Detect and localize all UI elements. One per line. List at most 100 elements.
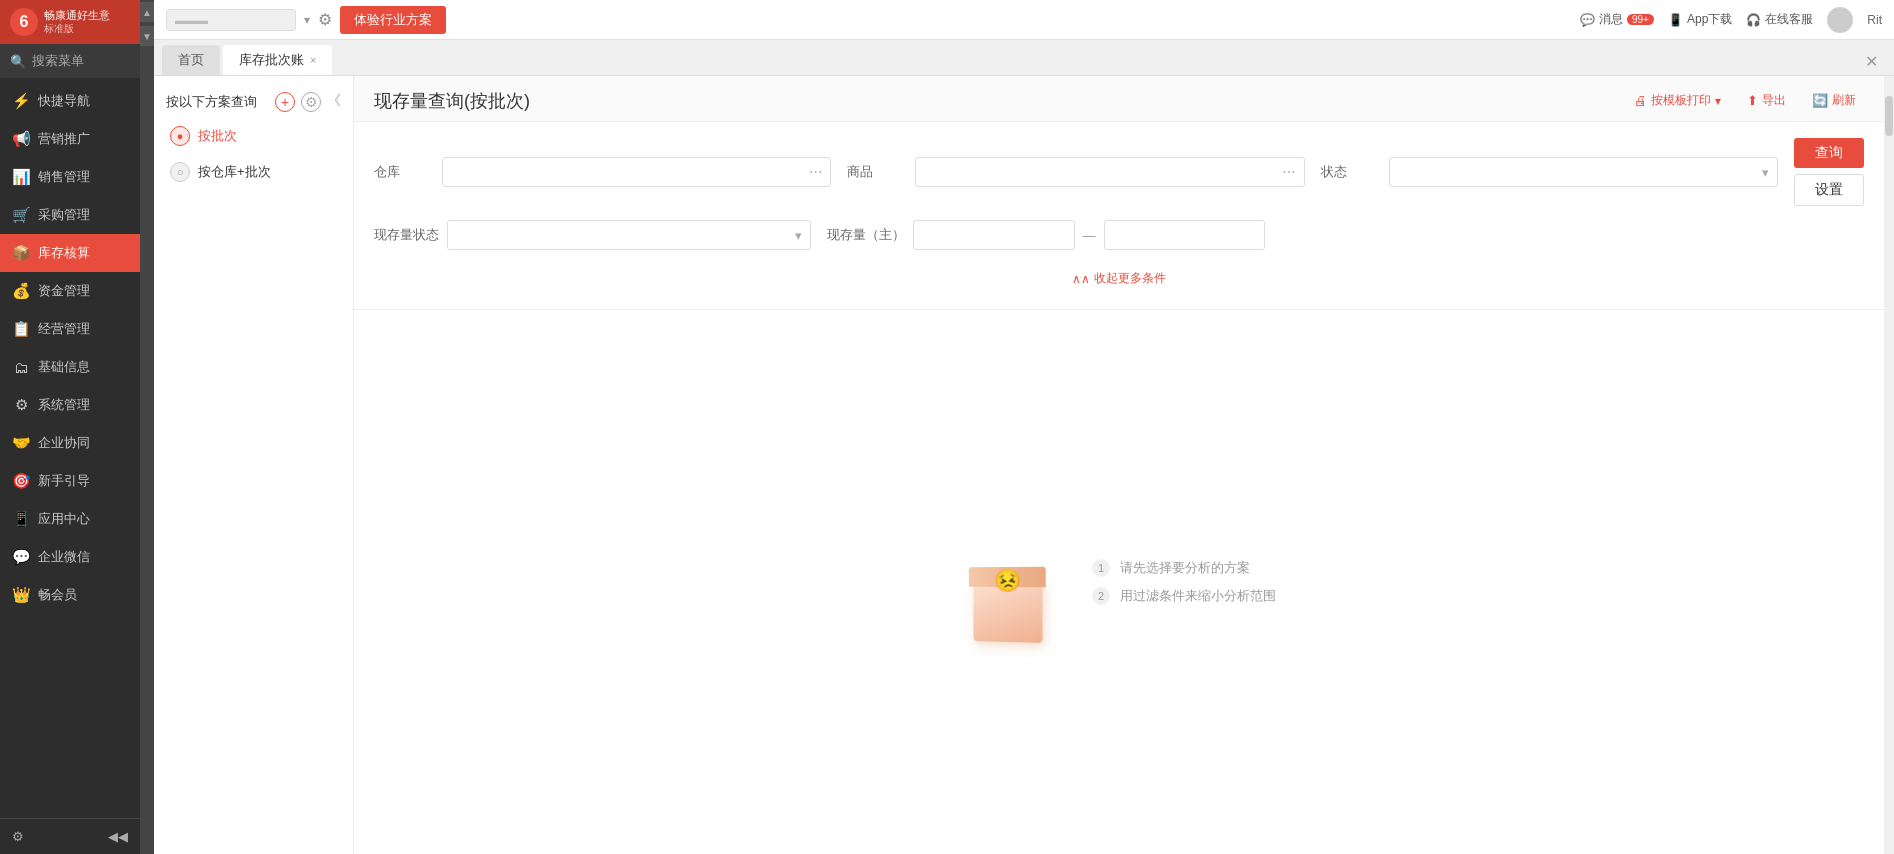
sidebar-item-purchase[interactable]: 🛒 采购管理 [0,196,140,234]
sidebar-item-enterprise[interactable]: 🤝 企业协同 [0,424,140,462]
query-btn[interactable]: 查询 [1794,138,1864,168]
filter-settings-btn[interactable]: 设置 [1794,174,1864,206]
filter-buttons: 查询 设置 [1794,138,1864,206]
sidebar-item-label: 基础信息 [38,358,90,376]
add-solution-btn[interactable]: + [275,92,295,112]
app-name: 畅康通好生意 [44,8,110,22]
print-btn[interactable]: 🖨 按模板打印 ▾ [1626,88,1729,113]
sidebar-nav: ⚡ 快捷导航 📢 营销推广 📊 销售管理 🛒 采购管理 📦 库存核算 💰 资金管… [0,78,140,818]
export-label: 导出 [1762,92,1786,109]
newbie-icon: 🎯 [12,472,30,490]
sidebar-item-marketing[interactable]: 📢 营销推广 [0,120,140,158]
tab-inventory-batch[interactable]: 库存批次账 × [223,45,332,75]
warehouse-label: 仓库 [374,163,434,181]
inventory-amount-from[interactable] [913,220,1074,250]
phone-icon: 📱 [1668,13,1683,27]
sidebar-item-wechat[interactable]: 💬 企业微信 [0,538,140,576]
filter-inventory-amount: 现存量（主） — [827,220,1264,250]
tab-home[interactable]: 首页 [162,45,220,75]
sidebar-item-label: 经营管理 [38,320,90,338]
sidebar-item-basic[interactable]: 🗂 基础信息 [0,348,140,386]
apps-icon: 📱 [12,510,30,528]
solution-item-warehouse-batch[interactable]: ○ 按仓库+批次 [154,154,353,190]
topbar-dropdown-arrow[interactable]: ▾ [304,13,310,27]
close-x-btn[interactable]: ✕ [1857,48,1886,75]
app-download-btn[interactable]: 📱 App下载 [1668,11,1732,28]
trial-btn[interactable]: 体验行业方案 [340,6,446,34]
collapse-more-btn[interactable]: ∧∧ 收起更多条件 [374,264,1864,293]
sidebar-item-apps[interactable]: 📱 应用中心 [0,500,140,538]
scroll-down[interactable]: ▼ [140,26,154,46]
online-service-label: 在线客服 [1765,11,1813,28]
quick-nav-icon: ⚡ [12,92,30,110]
sidebar: 6 畅康通好生意 标准版 🔍 搜索菜单 ⚡ 快捷导航 📢 营销推广 📊 销售管理… [0,0,140,854]
messages-badge: 99+ [1627,14,1654,25]
filter-warehouse: 仓库 ··· [374,157,831,187]
operations-icon: 📋 [12,320,30,338]
export-btn[interactable]: ⬆ 导出 [1739,88,1794,113]
message-icon: 💬 [1580,13,1595,27]
print-dropdown-arrow[interactable]: ▾ [1715,94,1721,108]
inventory-dash: — [1083,228,1096,243]
topbar-settings-icon[interactable]: ⚙ [318,10,332,29]
headset-icon: 🎧 [1746,13,1761,27]
sidebar-item-label: 应用中心 [38,510,90,528]
inv-status-arrow: ▾ [795,228,802,243]
solution-icon-active: ● [170,126,190,146]
scroll-up[interactable]: ▲ [140,2,154,22]
inventory-amount-to[interactable] [1104,220,1265,250]
solution-label: 按批次 [198,127,237,145]
topbar: ▬▬▬ ▾ ⚙ 体验行业方案 💬 消息 99+ 📱 App下载 🎧 在线客服 R… [154,0,1894,40]
main-content: ▬▬▬ ▾ ⚙ 体验行业方案 💬 消息 99+ 📱 App下载 🎧 在线客服 R… [154,0,1894,854]
left-panel-collapse-btn[interactable]: 《 [327,92,341,112]
filter-inventory-status: 现存量状态 ▾ [374,220,811,250]
enterprise-icon: 🤝 [12,434,30,452]
refresh-label: 刷新 [1832,92,1856,109]
sidebar-item-newbie[interactable]: 🎯 新手引导 [0,462,140,500]
scroll-thumb[interactable] [1885,96,1893,136]
inventory-amount-label: 现存量（主） [827,226,905,244]
empty-tips: 1 请先选择要分析的方案 2 用过滤条件来缩小分析范围 [1092,559,1276,605]
filter-row-2: 现存量状态 ▾ 现存量（主） — [374,220,1864,250]
product-input[interactable]: ··· [915,157,1304,187]
gear-icon: ⚙ [305,94,318,110]
solution-settings-btn[interactable]: ⚙ [301,92,321,112]
sales-icon: 📊 [12,168,30,186]
topbar-left: ▬▬▬ ▾ ⚙ 体验行业方案 [166,6,1572,34]
sidebar-item-label: 新手引导 [38,472,90,490]
solution-item-batch[interactable]: ● 按批次 [154,118,353,154]
solution-icon-inactive: ○ [170,162,190,182]
sidebar-item-quick-nav[interactable]: ⚡ 快捷导航 [0,82,140,120]
status-select[interactable]: ▾ [1389,157,1778,187]
sidebar-search[interactable]: 🔍 搜索菜单 [0,44,140,78]
sidebar-item-sales[interactable]: 📊 销售管理 [0,158,140,196]
empty-illustration: 😣 [962,532,1062,632]
sidebar-settings-icon[interactable]: ⚙ [12,829,24,844]
sidebar-item-finance[interactable]: 💰 资金管理 [0,272,140,310]
sidebar-item-inventory[interactable]: 📦 库存核算 [0,234,140,272]
inventory-status-select[interactable]: ▾ [447,220,811,250]
tab-home-label: 首页 [178,51,204,69]
collapse-icon: ∧∧ [1072,272,1090,286]
sidebar-collapse-icon[interactable]: ◀◀ [108,829,128,844]
user-avatar[interactable] [1827,7,1853,33]
sidebar-item-label: 库存核算 [38,244,90,262]
messages-btn[interactable]: 💬 消息 99+ [1580,11,1654,28]
sidebar-item-label: 快捷导航 [38,92,90,110]
sidebar-item-member[interactable]: 👑 畅会员 [0,576,140,614]
messages-label: 消息 [1599,11,1623,28]
refresh-btn[interactable]: 🔄 刷新 [1804,88,1864,113]
left-panel-title: 按以下方案查询 [166,93,257,111]
sidebar-item-system[interactable]: ⚙ 系统管理 [0,386,140,424]
right-panel: 现存量查询(按批次) 🖨 按模板打印 ▾ ⬆ 导出 🔄 刷新 [354,76,1884,854]
right-scrollbar[interactable] [1884,76,1894,854]
online-service-btn[interactable]: 🎧 在线客服 [1746,11,1813,28]
print-icon: 🖨 [1634,93,1647,108]
topbar-right: 💬 消息 99+ 📱 App下载 🎧 在线客服 Rit [1580,7,1882,33]
filter-product: 商品 ··· [847,157,1304,187]
sidebar-item-label: 资金管理 [38,282,90,300]
empty-tip-2: 2 用过滤条件来缩小分析范围 [1092,587,1276,605]
tab-close-icon[interactable]: × [310,54,316,66]
sidebar-item-operations[interactable]: 📋 经营管理 [0,310,140,348]
warehouse-input[interactable]: ··· [442,157,831,187]
